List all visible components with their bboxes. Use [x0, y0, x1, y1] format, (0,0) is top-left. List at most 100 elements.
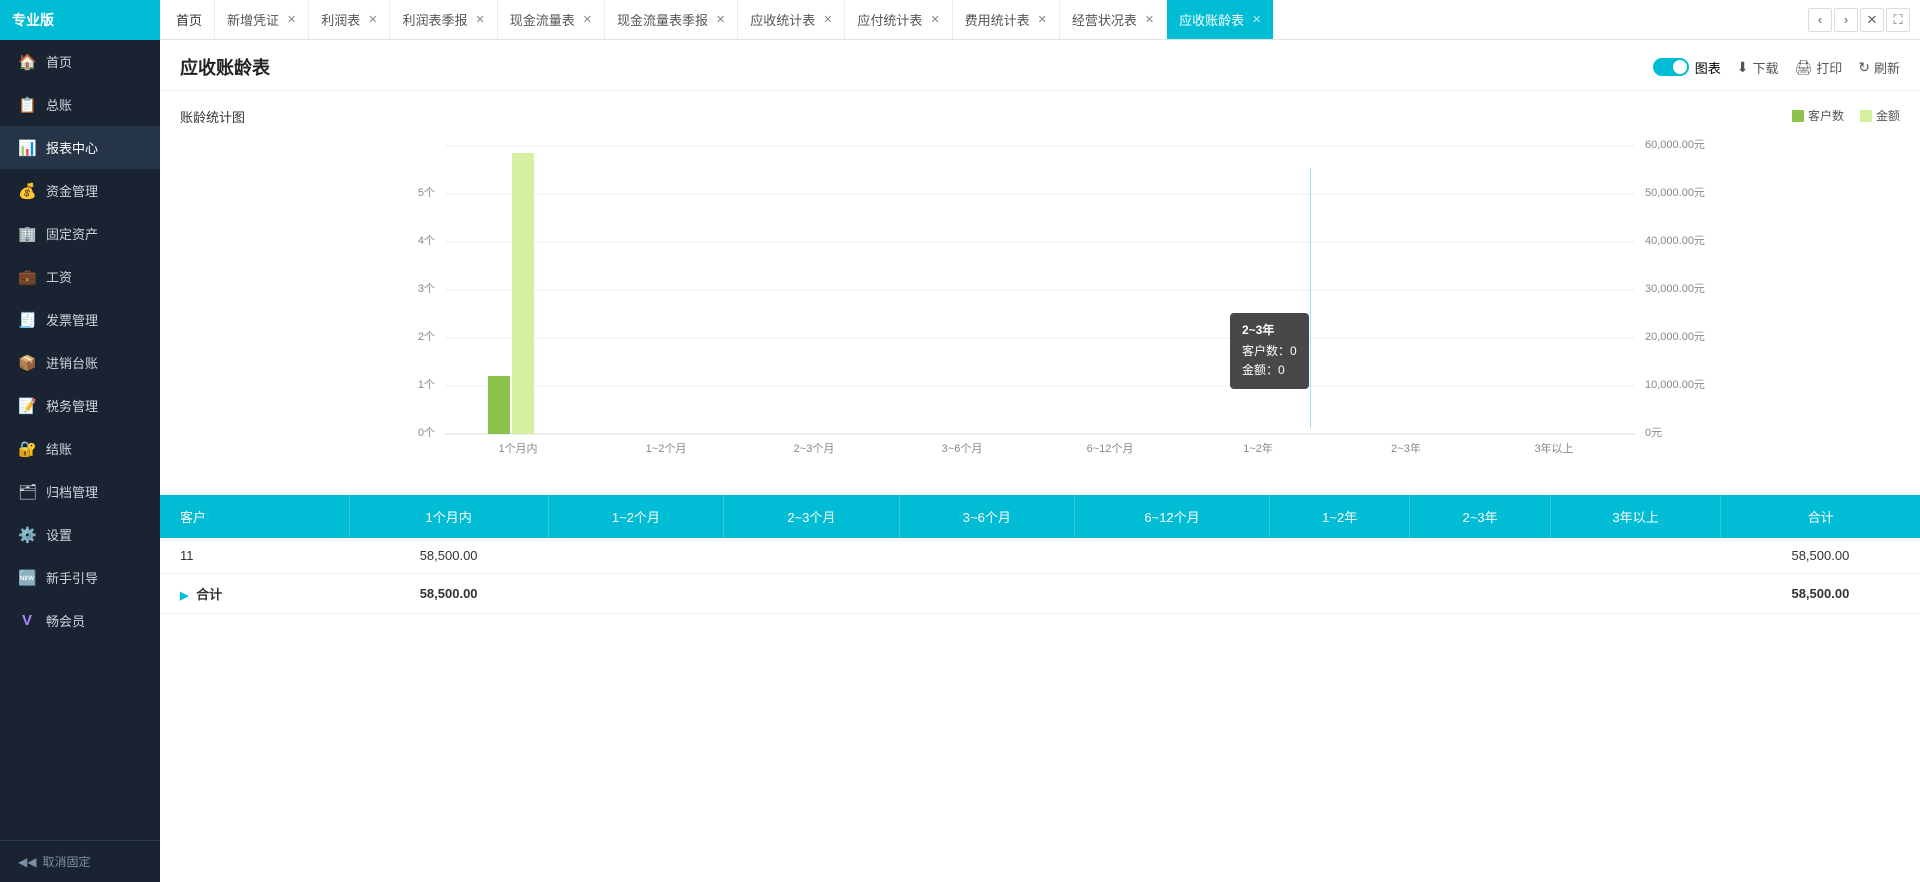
unpin-icon: ◀◀ — [18, 855, 36, 869]
print-icon: 🖨 — [1794, 59, 1812, 76]
sidebar-item-guide[interactable]: 🆕 新手引导 — [0, 556, 160, 599]
sidebar-item-tax[interactable]: 📝 税务管理 — [0, 384, 160, 427]
sidebar-item-home-label: 首页 — [46, 52, 72, 71]
svg-text:10,000.00元: 10,000.00元 — [1645, 379, 1705, 391]
tab-cash-flow-quarterly[interactable]: 现金流量表季报 ✕ — [605, 0, 738, 40]
legend-amount-dot — [1860, 110, 1872, 122]
td-total-customer: ▶ 合计 — [160, 574, 349, 614]
sidebar-item-funds-label: 资金管理 — [46, 181, 98, 200]
tab-business-status[interactable]: 经营状况表 ✕ — [1060, 0, 1167, 40]
refresh-button[interactable]: ↻ 刷新 — [1858, 58, 1900, 77]
th-23y: 2~3年 — [1410, 495, 1550, 538]
sidebar-item-settings[interactable]: ⚙️ 设置 — [0, 513, 160, 556]
tab-close-all-button[interactable]: ✕ — [1860, 8, 1884, 32]
tab-cash-flow-quarterly-label: 现金流量表季报 — [617, 10, 708, 29]
tab-ar-aging-label: 应收账龄表 — [1179, 10, 1244, 29]
td-total: 58,500.00 — [1721, 538, 1920, 574]
sidebar-item-fixed-assets[interactable]: 🏢 固定资产 — [0, 212, 160, 255]
tab-profit-quarterly-close[interactable]: ✕ — [476, 13, 485, 26]
tab-new-voucher-label: 新增凭证 — [227, 10, 279, 29]
tab-new-voucher[interactable]: 新增凭证 ✕ — [215, 0, 309, 40]
tab-controls: ‹ › ✕ ⛶ — [1802, 8, 1916, 32]
tab-ar-stats-close[interactable]: ✕ — [823, 13, 832, 26]
svg-text:1个: 1个 — [418, 378, 435, 391]
chart-toggle[interactable] — [1653, 58, 1689, 76]
th-1m: 1个月内 — [349, 495, 548, 538]
td-36m — [899, 538, 1074, 574]
closing-icon: 🔐 — [18, 440, 36, 458]
data-table: 客户 1个月内 1~2个月 2~3个月 3~6个月 6~12个月 1~2年 2~… — [160, 495, 1920, 614]
sidebar-item-invoice[interactable]: 🧾 发票管理 — [0, 298, 160, 341]
sidebar-item-ledger-label: 总账 — [46, 95, 72, 114]
download-icon: ⬇ — [1737, 59, 1749, 76]
tab-ar-aging-close[interactable]: ✕ — [1252, 13, 1261, 26]
td-612m — [1075, 538, 1270, 574]
tab-cash-flow-close[interactable]: ✕ — [583, 13, 592, 26]
tab-ar-stats[interactable]: 应收统计表 ✕ — [738, 0, 845, 40]
tab-new-voucher-close[interactable]: ✕ — [287, 13, 296, 26]
tab-profit-quarterly[interactable]: 利润表季报 ✕ — [390, 0, 497, 40]
tab-cash-flow-quarterly-close[interactable]: ✕ — [716, 13, 725, 26]
tab-profit-close[interactable]: ✕ — [368, 13, 377, 26]
tab-bar: 首页 新增凭证 ✕ 利润表 ✕ 利润表季报 ✕ 现金流量表 ✕ 现金流量表季报 … — [160, 0, 1920, 40]
th-23m: 2~3个月 — [724, 495, 899, 538]
svg-text:0个: 0个 — [418, 426, 435, 439]
td-12y — [1270, 538, 1410, 574]
sidebar-item-archive[interactable]: 🗂 归档管理 — [0, 470, 160, 513]
svg-text:1~2个月: 1~2个月 — [646, 442, 687, 455]
sidebar-item-funds[interactable]: 💰 资金管理 — [0, 169, 160, 212]
sidebar-item-payroll[interactable]: 💼 工资 — [0, 255, 160, 298]
td-total-label: 合计 — [196, 587, 222, 602]
tab-expense-stats[interactable]: 费用统计表 ✕ — [953, 0, 1060, 40]
sidebar: 专业版 🏠 首页 📋 总账 📊 报表中心 💰 资金管理 🏢 固定资产 💼 工资 … — [0, 0, 160, 882]
inventory-icon: 📦 — [18, 354, 36, 372]
chart-toggle-switch[interactable]: 图表 — [1653, 58, 1721, 77]
refresh-label: 刷新 — [1874, 58, 1900, 77]
sidebar-item-ledger[interactable]: 📋 总账 — [0, 83, 160, 126]
page-header: 应收账龄表 图表 ⬇ 下载 🖨 打印 ↻ 刷新 — [160, 40, 1920, 91]
svg-text:3个: 3个 — [418, 282, 435, 295]
chart-svg-container: 0个 1个 2个 3个 4个 5个 0元 10,000.00元 20,000.0… — [180, 138, 1900, 478]
svg-text:4个: 4个 — [418, 234, 435, 247]
th-12y: 1~2年 — [1270, 495, 1410, 538]
tab-ar-aging[interactable]: 应收账龄表 ✕ — [1167, 0, 1274, 40]
sidebar-item-archive-label: 归档管理 — [46, 482, 98, 501]
th-3yplus: 3年以上 — [1550, 495, 1721, 538]
svg-text:40,000.00元: 40,000.00元 — [1645, 235, 1705, 247]
tab-profit[interactable]: 利润表 ✕ — [309, 0, 390, 40]
tab-home-label: 首页 — [176, 10, 202, 29]
sidebar-item-reports-label: 报表中心 — [46, 138, 98, 157]
tab-home[interactable]: 首页 — [164, 0, 215, 40]
sidebar-item-home[interactable]: 🏠 首页 — [0, 40, 160, 83]
sidebar-item-reports[interactable]: 📊 报表中心 — [0, 126, 160, 169]
page-content: 应收账龄表 图表 ⬇ 下载 🖨 打印 ↻ 刷新 — [160, 40, 1920, 882]
sidebar-item-fixed-assets-label: 固定资产 — [46, 224, 98, 243]
sidebar-item-inventory[interactable]: 📦 进销台账 — [0, 341, 160, 384]
tab-cash-flow[interactable]: 现金流量表 ✕ — [498, 0, 605, 40]
sidebar-item-closing[interactable]: 🔐 结账 — [0, 427, 160, 470]
svg-text:2~3年: 2~3年 — [1391, 441, 1421, 455]
tab-expense-stats-close[interactable]: ✕ — [1038, 13, 1047, 26]
sidebar-item-invoice-label: 发票管理 — [46, 310, 98, 329]
tab-scroll-right-button[interactable]: › — [1834, 8, 1858, 32]
svg-text:0元: 0元 — [1645, 427, 1662, 439]
tab-ap-stats-close[interactable]: ✕ — [930, 13, 939, 26]
tab-maximize-button[interactable]: ⛶ — [1886, 8, 1910, 32]
svg-text:5个: 5个 — [418, 186, 435, 199]
tab-scroll-left-button[interactable]: ‹ — [1808, 8, 1832, 32]
tab-ap-stats[interactable]: 应付统计表 ✕ — [845, 0, 952, 40]
print-button[interactable]: 🖨 打印 — [1794, 58, 1842, 77]
td-3yplus — [1550, 538, 1721, 574]
td-total-12y — [1270, 574, 1410, 614]
tab-business-status-close[interactable]: ✕ — [1145, 13, 1154, 26]
download-button[interactable]: ⬇ 下载 — [1737, 58, 1779, 77]
chart-svg: 0个 1个 2个 3个 4个 5个 0元 10,000.00元 20,000.0… — [180, 138, 1900, 458]
payroll-icon: 💼 — [18, 268, 36, 286]
table-row: 11 58,500.00 58,500.00 — [160, 538, 1920, 574]
td-total-23m — [724, 574, 899, 614]
tab-profit-label: 利润表 — [321, 10, 360, 29]
sidebar-unpin-button[interactable]: ◀◀ 取消固定 — [0, 840, 160, 882]
sidebar-item-membership[interactable]: V 畅会员 — [0, 599, 160, 642]
td-23y — [1410, 538, 1550, 574]
svg-text:20,000.00元: 20,000.00元 — [1645, 331, 1705, 343]
